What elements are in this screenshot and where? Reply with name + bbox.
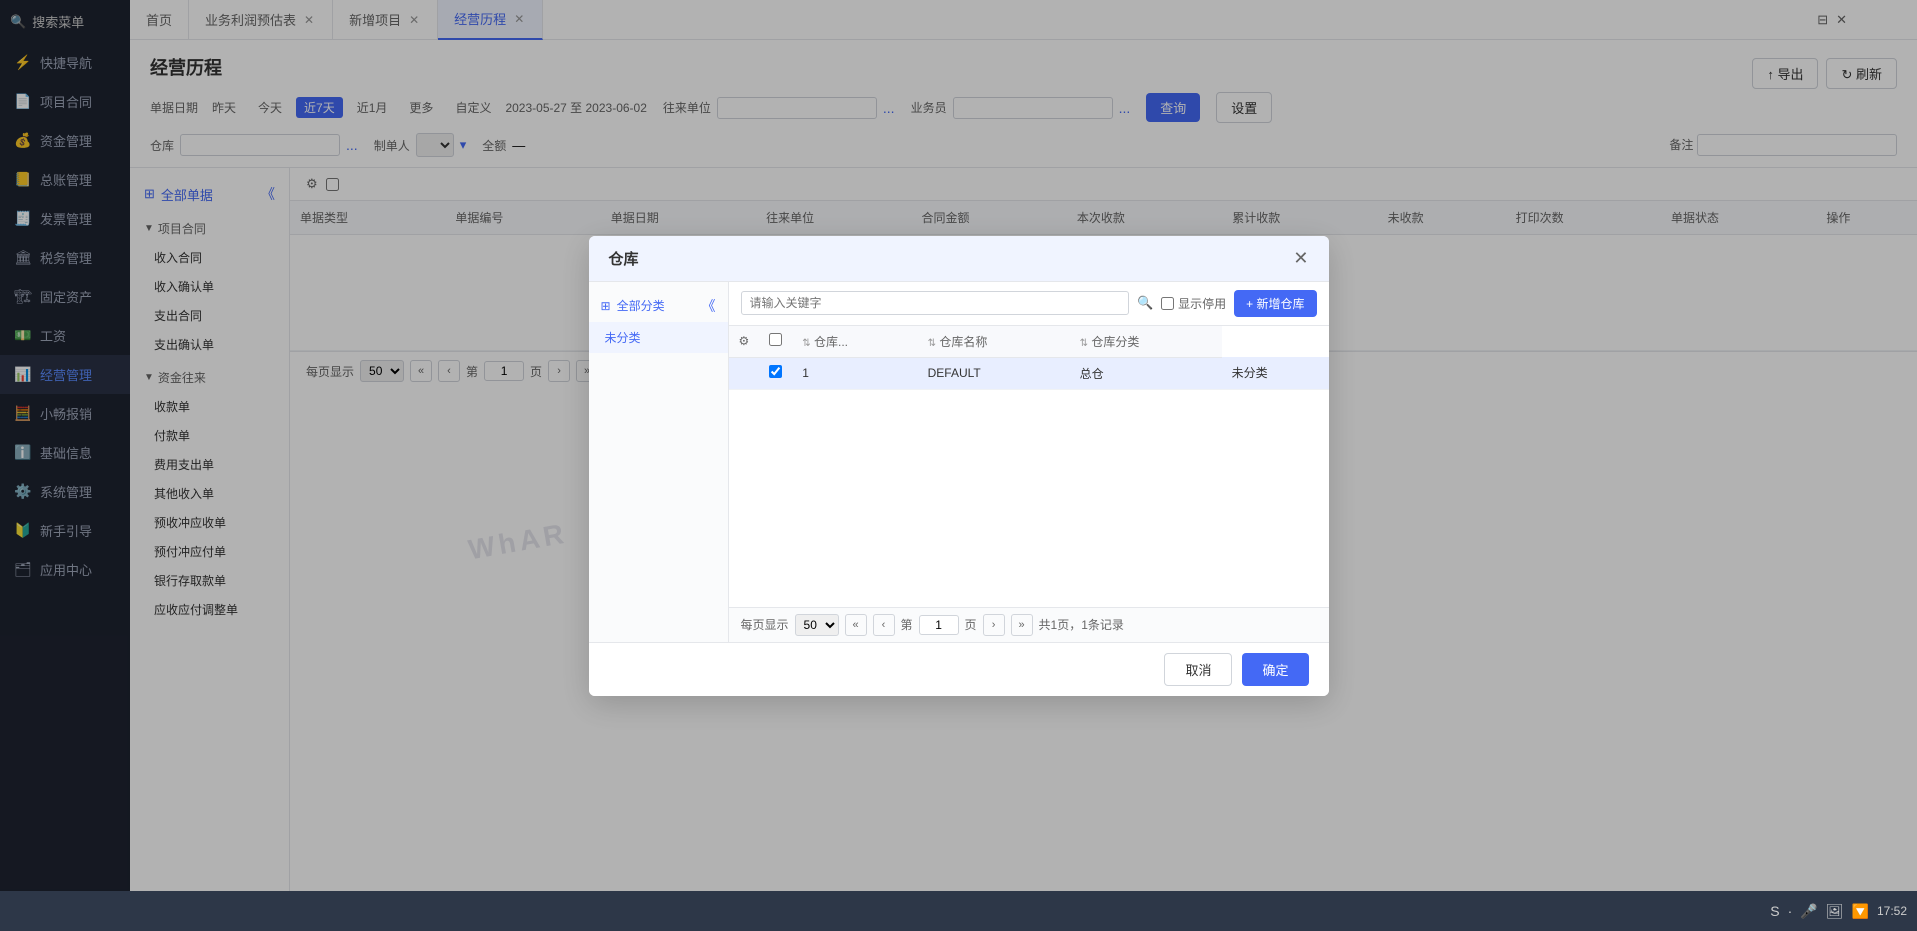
- dialog-table-wrap: ⚙ ⇅ 仓库... ⇅: [729, 326, 1329, 607]
- dialog-select-all[interactable]: [769, 333, 782, 346]
- dialog-left-panel: ⊞ 全部分类 《 未分类: [589, 282, 729, 642]
- dialog-search-input[interactable]: [741, 291, 1129, 315]
- dialog-right-toolbar: 🔍 显示停用 + 新增仓库: [729, 282, 1329, 326]
- row-name: 总仓: [1070, 357, 1222, 389]
- taskbar: S · 🎤 🖼 🔽 17:52: [0, 891, 1917, 931]
- overlay: 仓库 ✕ ⊞ 全部分类 《 未分类 🔍: [0, 0, 1917, 931]
- taskbar-icon-s[interactable]: S: [1770, 903, 1779, 919]
- dialog-col-name: ⇅ 仓库名称: [918, 326, 1070, 358]
- taskbar-icon-filter[interactable]: 🔽: [1852, 903, 1869, 920]
- dialog-total-label: 共1页，1条记录: [1039, 616, 1124, 633]
- cancel-button[interactable]: 取消: [1164, 653, 1232, 686]
- sort-icon-category[interactable]: ⇅: [1080, 338, 1088, 349]
- dialog-next-btn[interactable]: ›: [983, 614, 1005, 636]
- dialog-table-header: ⚙ ⇅ 仓库... ⇅: [729, 326, 1329, 358]
- dialog-footer-bar: 每页显示 50 « ‹ 第 页 › » 共1页，1条记录: [729, 607, 1329, 642]
- row-gear: [729, 357, 760, 389]
- dialog-right-panel: 🔍 显示停用 + 新增仓库 ⚙: [729, 282, 1329, 642]
- taskbar-icon-img[interactable]: 🖼: [1826, 903, 1844, 920]
- dialog-page-pre: 第: [901, 616, 913, 633]
- add-warehouse-button[interactable]: + 新增仓库: [1234, 290, 1316, 317]
- dialog-per-page-label: 每页显示: [741, 616, 789, 633]
- dialog-left-uncategorized[interactable]: 未分类: [589, 322, 728, 353]
- dialog-col-gear: ⚙: [729, 326, 760, 358]
- row-code: DEFAULT: [918, 357, 1070, 389]
- warehouse-dialog: 仓库 ✕ ⊞ 全部分类 《 未分类 🔍: [589, 236, 1329, 696]
- dialog-table: ⚙ ⇅ 仓库... ⇅: [729, 326, 1329, 390]
- row-id: 1: [792, 357, 917, 389]
- dialog-col-code: ⇅ 仓库...: [792, 326, 917, 358]
- confirm-button[interactable]: 确定: [1242, 653, 1308, 686]
- uncategorized-label: 未分类: [605, 331, 641, 345]
- gear-icon[interactable]: ⚙: [739, 334, 750, 348]
- row-checkbox[interactable]: [769, 365, 782, 378]
- show-disabled-checkbox[interactable]: [1161, 297, 1174, 310]
- dialog-header: 仓库 ✕: [589, 236, 1329, 282]
- dialog-prev-btn[interactable]: ‹: [873, 614, 895, 636]
- row-checkbox-cell: [759, 357, 792, 389]
- dialog-col-category: ⇅ 仓库分类: [1070, 326, 1222, 358]
- sort-icon-code[interactable]: ⇅: [802, 338, 810, 349]
- taskbar-time: 17:52: [1877, 904, 1907, 918]
- grid-icon2: ⊞: [601, 299, 611, 313]
- taskbar-icon-mic[interactable]: 🎤: [1800, 903, 1817, 920]
- dialog-last-btn[interactable]: »: [1011, 614, 1033, 636]
- show-disabled-text: 显示停用: [1178, 295, 1226, 312]
- dialog-actions: 取消 确定: [589, 642, 1329, 696]
- dialog-table-body: 1 DEFAULT 总仓 未分类: [729, 357, 1329, 389]
- dialog-first-btn[interactable]: «: [845, 614, 867, 636]
- dialog-search-icon[interactable]: 🔍: [1137, 295, 1153, 311]
- dialog-page-input[interactable]: [919, 615, 959, 635]
- all-category-label: 全部分类: [617, 297, 665, 314]
- dialog-left-collapse[interactable]: 《: [702, 296, 716, 316]
- row-category: 未分类: [1222, 357, 1329, 389]
- dialog-col-checkbox: [759, 326, 792, 358]
- dialog-page-label: 页: [965, 616, 977, 633]
- dialog-table-row[interactable]: 1 DEFAULT 总仓 未分类: [729, 357, 1329, 389]
- dialog-per-page-select[interactable]: 50: [795, 614, 839, 636]
- show-disabled-label[interactable]: 显示停用: [1161, 295, 1226, 312]
- sort-icon-name[interactable]: ⇅: [928, 338, 936, 349]
- dialog-left-header[interactable]: ⊞ 全部分类 《: [589, 290, 728, 322]
- taskbar-icon-dot: ·: [1788, 903, 1793, 919]
- dialog-title: 仓库: [609, 248, 639, 269]
- dialog-close-button[interactable]: ✕: [1293, 248, 1308, 269]
- dialog-body: ⊞ 全部分类 《 未分类 🔍 显示停用 + 新增: [589, 282, 1329, 642]
